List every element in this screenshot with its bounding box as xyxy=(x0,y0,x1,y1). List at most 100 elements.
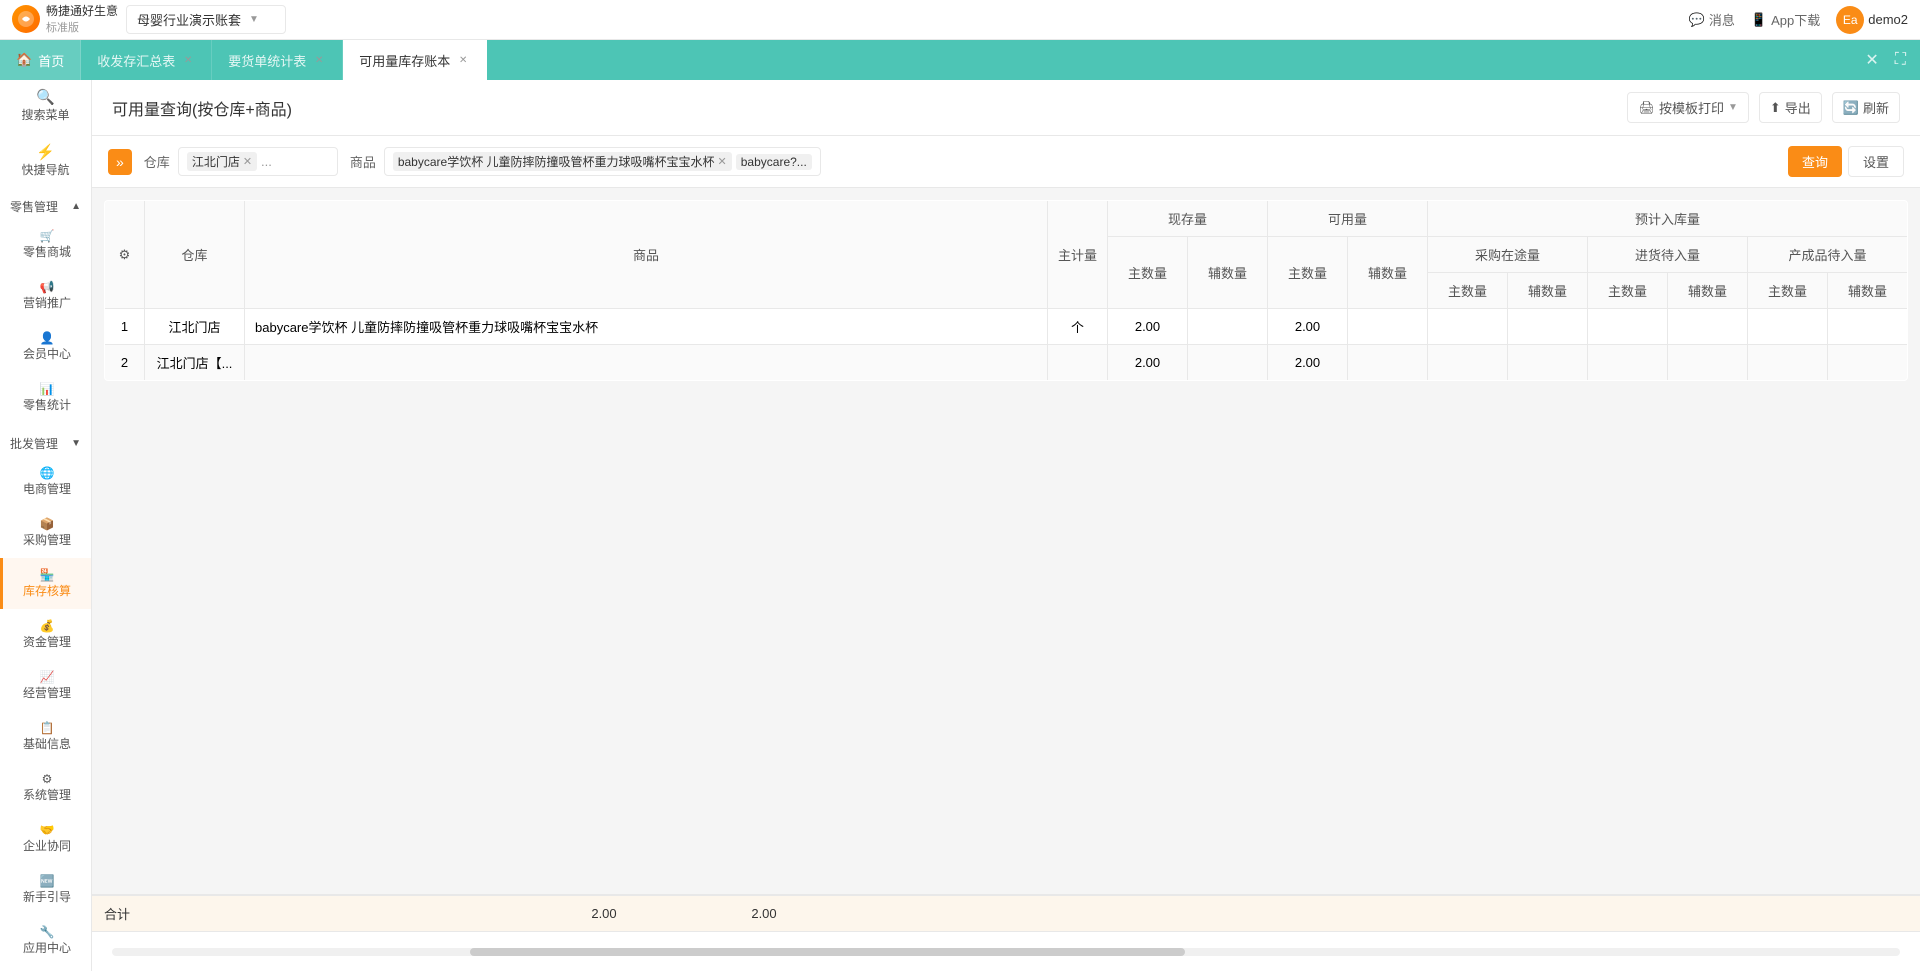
sidebar-item-retail-stats[interactable]: 📊 零售统计 xyxy=(0,372,91,423)
sidebar-item-retail-mall[interactable]: 🛒 零售商城 xyxy=(0,219,91,270)
company-dropdown-icon: ▼ xyxy=(249,14,259,25)
wholesale-label: 批发管理 xyxy=(10,435,58,452)
filter-actions: 查询 设置 xyxy=(1788,146,1904,177)
th-purchase-intransit: 采购在途量 xyxy=(1428,237,1588,273)
warehouse-filter-input[interactable]: 江北门店 ✕ ... xyxy=(178,147,338,176)
top-bar: 畅捷通好生意 标准版 母婴行业演示账套 ▼ 💬 消息 📱 App下载 Ea de… xyxy=(0,0,1920,40)
export-icon: ⬆ xyxy=(1770,100,1781,116)
query-btn[interactable]: 查询 xyxy=(1788,146,1842,177)
sidebar-group-retail[interactable]: 零售管理 ▲ xyxy=(0,190,91,219)
tab-close-all-btn[interactable]: ✕ xyxy=(1859,46,1884,74)
th-current-stock: 现存量 xyxy=(1108,201,1268,237)
logo-text: 畅捷通好生意 xyxy=(46,4,118,18)
export-label: 导出 xyxy=(1785,98,1811,117)
sidebar-item-finance[interactable]: 💰 资金管理 xyxy=(0,609,91,660)
filter-group-warehouse: 仓库 江北门店 ✕ ... xyxy=(144,147,338,176)
sidebar-item-member[interactable]: 👤 会员中心 xyxy=(0,321,91,372)
footer-current-main: 2.00 xyxy=(564,906,644,921)
cell-cur-aux-1 xyxy=(1188,345,1268,381)
sidebar-item-ecommerce[interactable]: 🌐 电商管理 xyxy=(0,456,91,507)
purchase-icon: 📦 xyxy=(40,517,55,531)
logo-area: 畅捷通好生意 标准版 xyxy=(12,4,118,34)
sidebar-item-wechat[interactable]: 💬 企业微信 xyxy=(0,966,91,971)
cell-unit-0: 个 xyxy=(1047,309,1107,345)
finance-label: 资金管理 xyxy=(23,633,71,650)
sidebar-item-quicknav[interactable]: ⚡ 快捷导航 xyxy=(0,135,91,186)
product-filter-input[interactable]: babycare学饮杯 儿童防摔防撞吸管杯重力球吸嘴杯宝宝水杯 ✕ babyca… xyxy=(384,147,821,176)
cell-prod-main-0 xyxy=(1748,309,1828,345)
tab-home-label: 首页 xyxy=(38,51,64,70)
tab-receivables[interactable]: 收发存汇总表 ✕ xyxy=(81,40,212,80)
warehouse-tag-text: 江北门店 xyxy=(192,153,240,170)
tab-home[interactable]: 🏠 首页 xyxy=(0,40,81,80)
user-area[interactable]: Ea demo2 xyxy=(1836,6,1908,34)
sidebar-item-marketing[interactable]: 📢 营销推广 xyxy=(0,270,91,321)
page-title: 可用量查询(按仓库+商品) xyxy=(112,96,292,120)
cell-product-1 xyxy=(245,345,1048,381)
member-icon: 👤 xyxy=(40,331,55,345)
filter-toggle-btn[interactable]: » xyxy=(108,149,132,175)
quicknav-icon: ⚡ xyxy=(36,143,55,161)
refresh-btn[interactable]: 🔄 刷新 xyxy=(1832,92,1900,123)
main-layout: 🔍 搜索菜单 ⚡ 快捷导航 零售管理 ▲ 🛒 零售商城 📢 营销推广 👤 会员中… xyxy=(0,80,1920,971)
warehouse-tag-close[interactable]: ✕ xyxy=(243,155,252,168)
retail-stats-label: 零售统计 xyxy=(23,396,71,413)
sidebar-item-basic[interactable]: 📋 基础信息 xyxy=(0,711,91,762)
print-label: 按模板打印 xyxy=(1659,98,1724,117)
table-row: 2 江北门店【... 2.00 2.00 xyxy=(105,345,1908,381)
horizontal-scrollbar[interactable] xyxy=(112,948,1900,956)
settings-btn[interactable]: 设置 xyxy=(1848,146,1904,177)
quicknav-label: 快捷导航 xyxy=(21,161,69,178)
table-settings-icon[interactable]: ⚙ xyxy=(119,247,131,262)
cell-cur-aux-0 xyxy=(1188,309,1268,345)
sidebar-item-collab[interactable]: 🤝 企业协同 xyxy=(0,813,91,864)
download-btn[interactable]: 📱 App下载 xyxy=(1751,10,1820,29)
print-btn[interactable]: 🖨 按模板打印 ▼ xyxy=(1627,92,1748,123)
sidebar-item-operations[interactable]: 📈 经营管理 xyxy=(0,660,91,711)
operations-icon: 📈 xyxy=(40,670,55,684)
ecommerce-icon: 🌐 xyxy=(40,466,55,480)
th-settings[interactable]: ⚙ xyxy=(105,201,145,309)
collab-label: 企业协同 xyxy=(23,837,71,854)
export-btn[interactable]: ⬆ 导出 xyxy=(1759,92,1822,123)
bottom-bar xyxy=(92,931,1920,971)
product-tag-text-1: babycare学饮杯 儿童防摔防撞吸管杯重力球吸嘴杯宝宝水杯 xyxy=(398,153,715,170)
download-icon: 📱 xyxy=(1751,12,1767,28)
footer-avail-main: 2.00 xyxy=(724,906,804,921)
product-tag-close-1[interactable]: ✕ xyxy=(718,155,727,168)
cell-pt-aux-0 xyxy=(1508,309,1588,345)
print-arrow-icon: ▼ xyxy=(1728,102,1738,113)
tab-fullscreen-btn[interactable]: ⛶ xyxy=(1889,47,1912,73)
th-available: 可用量 xyxy=(1268,201,1428,237)
sidebar-item-appstore[interactable]: 🔧 应用中心 xyxy=(0,915,91,966)
warehouse-tag-1: 江北门店 ✕ xyxy=(187,152,257,171)
sidebar-item-inventory[interactable]: 🏪 库存核算 xyxy=(0,558,91,609)
logo-text-area: 畅捷通好生意 标准版 xyxy=(46,4,118,34)
basic-icon: 📋 xyxy=(40,721,55,735)
tab-receivables-close[interactable]: ✕ xyxy=(181,53,195,67)
message-btn[interactable]: 💬 消息 xyxy=(1689,10,1735,29)
sidebar-item-system[interactable]: ⚙ 系统管理 xyxy=(0,762,91,813)
tab-order-stats[interactable]: 要货单统计表 ✕ xyxy=(212,40,343,80)
th-current-main-qty: 主数量 xyxy=(1108,237,1188,309)
sidebar-item-search[interactable]: 🔍 搜索菜单 xyxy=(0,80,91,131)
scrollbar-thumb[interactable] xyxy=(470,948,1185,956)
wholesale-arrow: ▼ xyxy=(71,438,81,449)
cell-no-1: 2 xyxy=(105,345,145,381)
cell-pt-main-0 xyxy=(1428,309,1508,345)
sidebar-item-guide[interactable]: 🆕 新手引导 xyxy=(0,864,91,915)
data-table: ⚙ 仓库 商品 主计量 现存量 可用量 预计入库量 主数量 辅数量 主数量 辅数… xyxy=(104,200,1908,381)
appstore-label: 应用中心 xyxy=(23,939,71,956)
page-header: 可用量查询(按仓库+商品) 🖨 按模板打印 ▼ ⬆ 导出 🔄 刷新 xyxy=(92,80,1920,136)
company-select[interactable]: 母婴行业演示账套 ▼ xyxy=(126,5,286,34)
cell-prod-aux-0 xyxy=(1828,309,1908,345)
sidebar-group-wholesale[interactable]: 批发管理 ▼ xyxy=(0,427,91,456)
th-product: 商品 xyxy=(245,201,1048,309)
inventory-icon: 🏪 xyxy=(40,568,55,582)
tab-order-stats-close[interactable]: ✕ xyxy=(312,53,326,67)
tab-available-stock[interactable]: 可用量库存账本 ✕ xyxy=(343,40,487,80)
th-pt-main: 主数量 xyxy=(1428,273,1508,309)
table-wrapper[interactable]: ⚙ 仓库 商品 主计量 现存量 可用量 预计入库量 主数量 辅数量 主数量 辅数… xyxy=(92,188,1920,894)
tab-available-stock-close[interactable]: ✕ xyxy=(456,53,470,67)
sidebar-item-purchase[interactable]: 📦 采购管理 xyxy=(0,507,91,558)
